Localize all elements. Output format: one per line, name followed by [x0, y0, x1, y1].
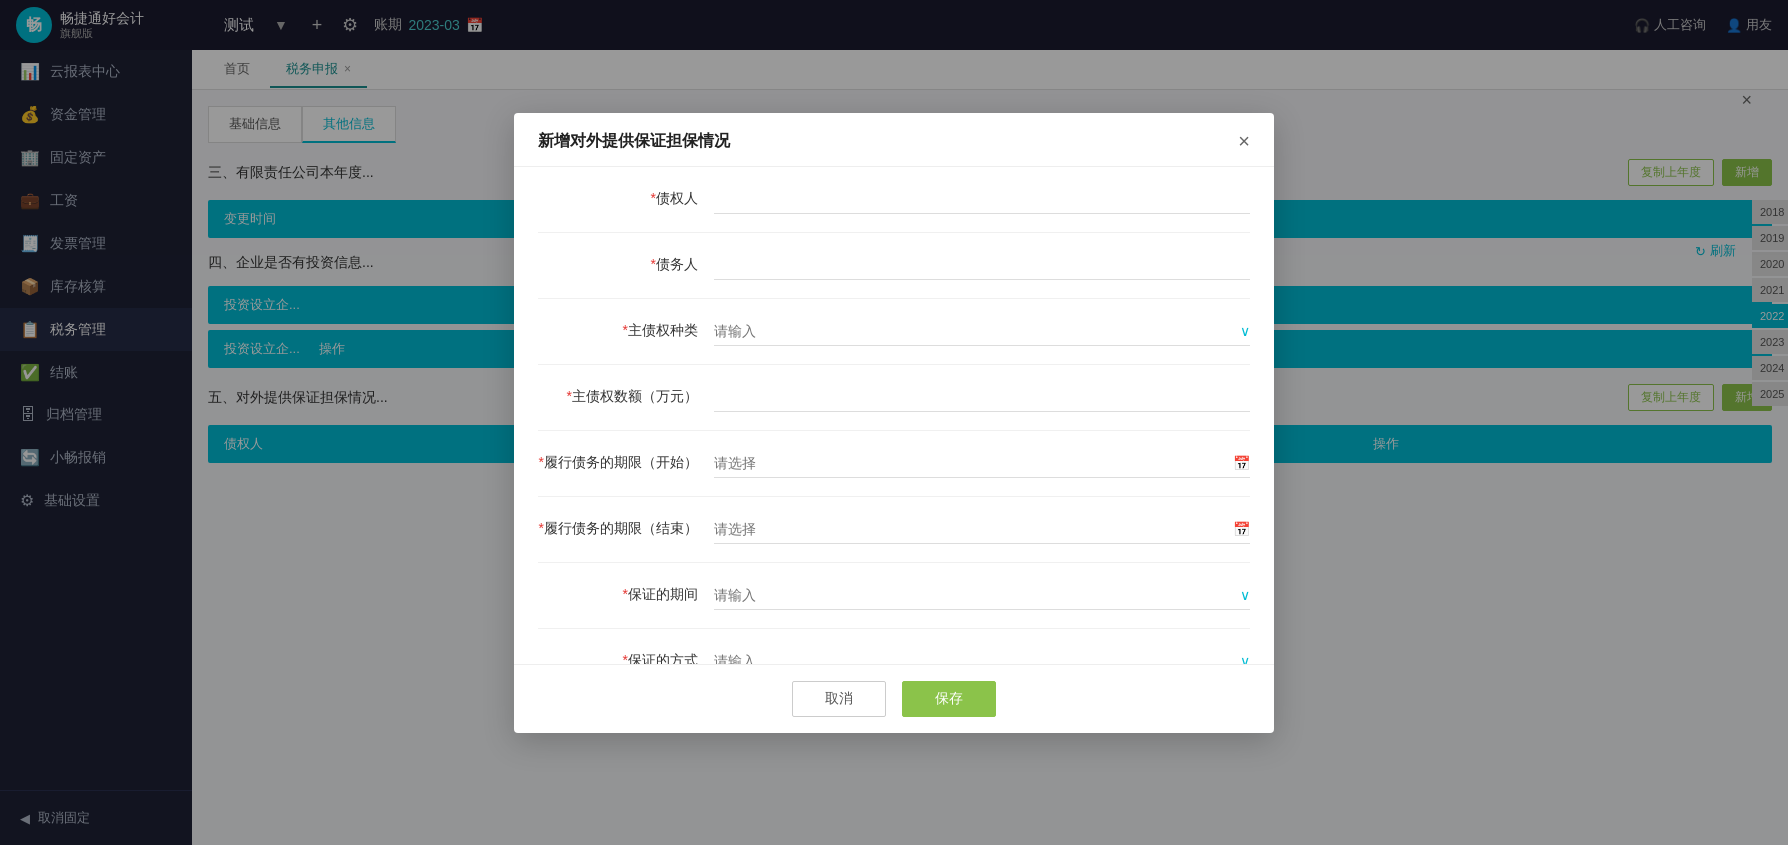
form-row-creditor: *债权人: [538, 167, 1250, 233]
cancel-button[interactable]: 取消: [792, 681, 886, 717]
period-start-calendar-icon: 📅: [1233, 455, 1250, 471]
form-row-debtor: *债务人: [538, 233, 1250, 299]
claim-type-chevron-icon: ∨: [1240, 323, 1250, 339]
form-row-guarantee-method: *保证的方式 ∨: [538, 629, 1250, 664]
claim-amount-input[interactable]: [714, 383, 1250, 412]
claim-type-label: *主债权种类: [538, 322, 698, 340]
claim-amount-label: *主债权数额（万元）: [538, 388, 698, 406]
creditor-label: *债权人: [538, 190, 698, 208]
period-start-date-wrapper[interactable]: 📅: [714, 449, 1250, 478]
period-start-input[interactable]: [714, 449, 1233, 477]
dialog-header: 新增对外提供保证担保情况 ×: [514, 113, 1274, 167]
guarantee-method-label: *保证的方式: [538, 652, 698, 664]
period-end-calendar-icon: 📅: [1233, 521, 1250, 537]
claim-type-select-wrapper[interactable]: ∨: [714, 317, 1250, 346]
form-row-claim-amount: *主债权数额（万元）: [538, 365, 1250, 431]
guarantee-method-chevron-icon: ∨: [1240, 653, 1250, 664]
save-button[interactable]: 保存: [902, 681, 996, 717]
debtor-input[interactable]: [714, 251, 1250, 280]
dialog-body: *债权人 *债务人 *主债权种类 ∨: [514, 167, 1274, 664]
guarantee-period-input[interactable]: [714, 581, 1240, 609]
guarantee-method-select-wrapper[interactable]: ∨: [714, 647, 1250, 664]
debtor-label: *债务人: [538, 256, 698, 274]
period-end-date-wrapper[interactable]: 📅: [714, 515, 1250, 544]
guarantee-period-label: *保证的期间: [538, 586, 698, 604]
form-row-period-start: *履行债务的期限（开始） 📅: [538, 431, 1250, 497]
dialog-close-button[interactable]: ×: [1238, 131, 1250, 151]
form-row-claim-type: *主债权种类 ∨: [538, 299, 1250, 365]
creditor-input[interactable]: [714, 185, 1250, 214]
dialog-footer: 取消 保存: [514, 664, 1274, 733]
period-end-label: *履行债务的期限（结束）: [538, 520, 698, 538]
period-start-label: *履行债务的期限（开始）: [538, 454, 698, 472]
dialog-title: 新增对外提供保证担保情况: [538, 131, 730, 152]
guarantee-method-input[interactable]: [714, 647, 1240, 664]
period-end-input[interactable]: [714, 515, 1233, 543]
form-row-period-end: *履行债务的期限（结束） 📅: [538, 497, 1250, 563]
guarantee-period-select-wrapper[interactable]: ∨: [714, 581, 1250, 610]
add-guarantee-dialog: 新增对外提供保证担保情况 × *债权人 *债务人 *主债权种类: [514, 113, 1274, 733]
guarantee-period-chevron-icon: ∨: [1240, 587, 1250, 603]
form-row-guarantee-period: *保证的期间 ∨: [538, 563, 1250, 629]
claim-type-input[interactable]: [714, 317, 1240, 345]
dialog-overlay: 新增对外提供保证担保情况 × *债权人 *债务人 *主债权种类: [0, 0, 1788, 845]
